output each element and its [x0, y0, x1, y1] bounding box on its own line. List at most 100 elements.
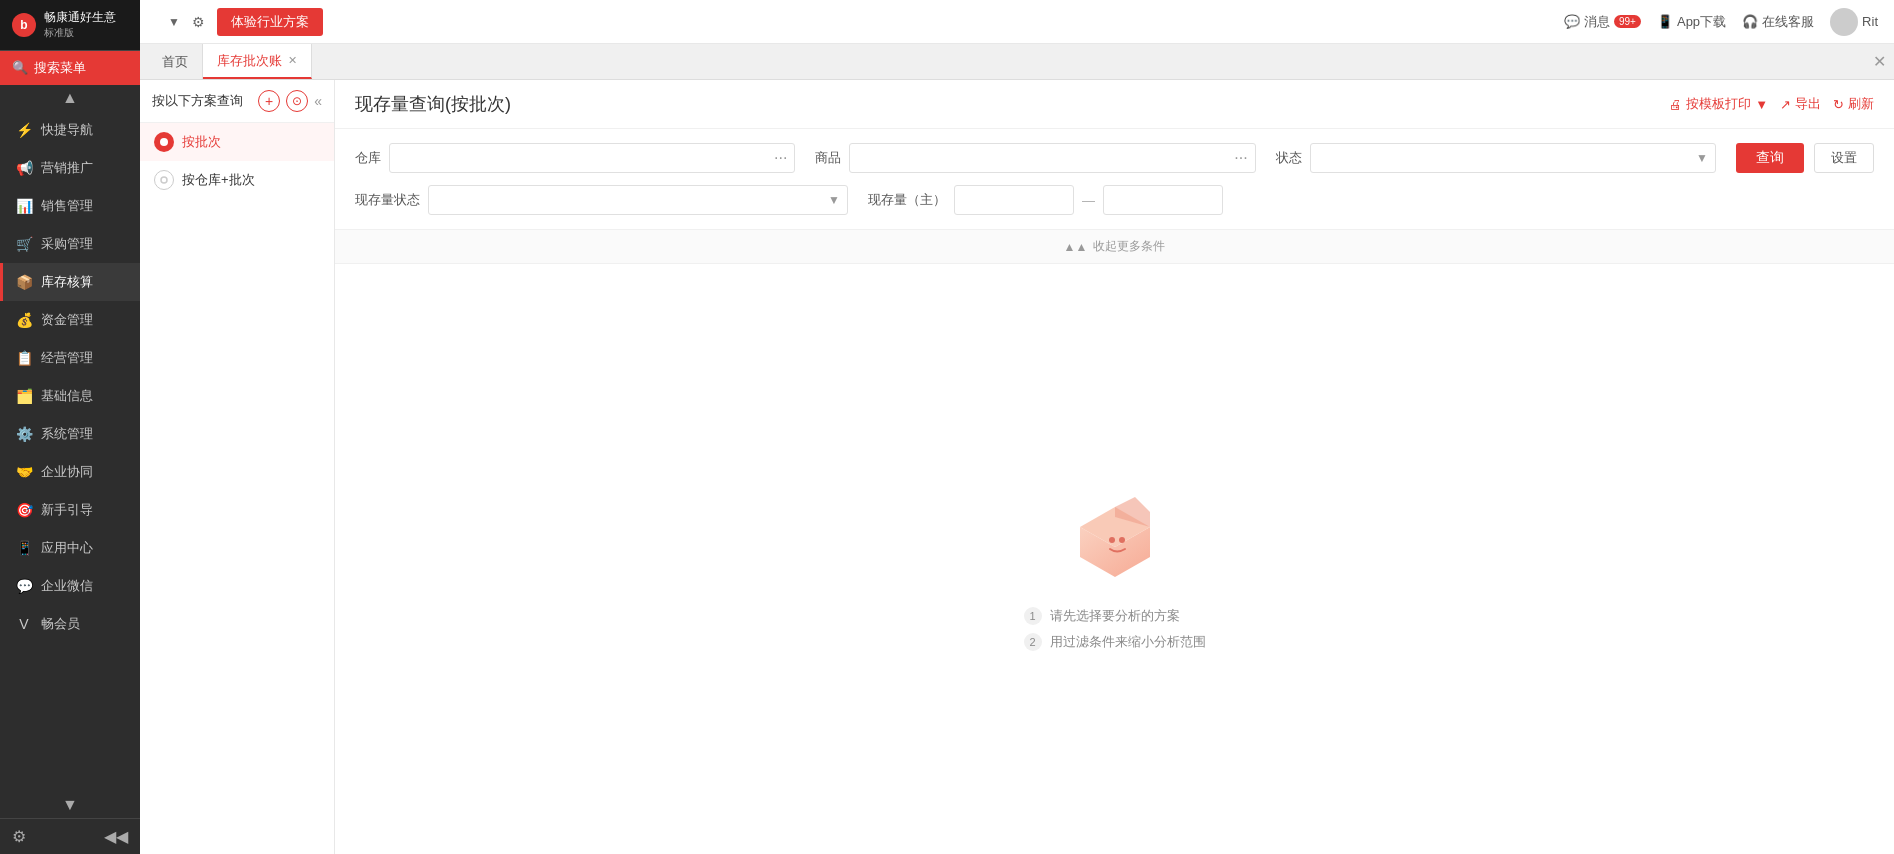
online-service-button[interactable]: 🎧 在线客服	[1742, 13, 1814, 31]
sidebar-item-enterprise[interactable]: 🤝 企业协同	[0, 453, 140, 491]
filter-warehouse: 仓库 ···	[355, 143, 795, 173]
query-button[interactable]: 查询	[1736, 143, 1804, 173]
filter-status: 状态 有库存 无库存 ▼	[1276, 143, 1716, 173]
trial-button[interactable]: 体验行业方案	[217, 8, 323, 36]
app-name: 畅康通好生意	[44, 10, 116, 26]
product-input[interactable]	[849, 143, 1255, 173]
settings-button[interactable]: 设置	[1814, 143, 1874, 173]
stock-status-label: 现存量状态	[355, 191, 420, 209]
enterprise-icon: 🤝	[15, 463, 33, 481]
right-panel: 现存量查询(按批次) 🖨 按模板打印 ▼ ↗ 导出 ↻ 刷新	[335, 80, 1894, 854]
sidebar-item-app-center[interactable]: 📱 应用中心	[0, 529, 140, 567]
export-button[interactable]: ↗ 导出	[1780, 95, 1821, 113]
member-icon: V	[15, 615, 33, 633]
add-plan-button[interactable]: +	[258, 90, 280, 112]
headset-icon: 🎧	[1742, 14, 1758, 29]
app-center-icon: 📱	[15, 539, 33, 557]
enterprise-wechat-icon: 💬	[15, 577, 33, 595]
sales-icon: 📊	[15, 197, 33, 215]
app-logo: b	[12, 13, 36, 37]
collapse-sidebar-icon[interactable]: ◀◀	[104, 827, 128, 846]
filter-stock-qty: 现存量（主） —	[868, 185, 1361, 215]
breadcrumb-dropdown[interactable]: ▼	[168, 15, 180, 29]
finance-icon: 💰	[15, 311, 33, 329]
stock-status-select[interactable]	[428, 185, 848, 215]
collapse-up-icon: ▲▲	[1064, 240, 1088, 254]
sidebar-item-system[interactable]: ⚙️ 系统管理	[0, 415, 140, 453]
sidebar-item-operations[interactable]: 📋 经营管理	[0, 339, 140, 377]
page-header: 现存量查询(按批次) 🖨 按模板打印 ▼ ↗ 导出 ↻ 刷新	[335, 80, 1894, 129]
quick-nav-icon: ⚡	[15, 121, 33, 139]
empty-step-2: 2 用过滤条件来缩小分析范围	[1024, 633, 1206, 651]
tab-batch-account[interactable]: 库存批次账 ✕	[203, 44, 312, 79]
basic-info-icon: 🗂️	[15, 387, 33, 405]
purchase-icon: 🛒	[15, 235, 33, 253]
main-area: ▼ ⚙ 体验行业方案 💬 消息 99+ 📱 App下载 🎧 在线客服 Rit	[140, 0, 1894, 854]
user-menu[interactable]: Rit	[1830, 8, 1878, 36]
scroll-down-button[interactable]: ▼	[0, 792, 140, 818]
newbie-icon: 🎯	[15, 501, 33, 519]
sidebar-item-member[interactable]: V 畅会员	[0, 605, 140, 643]
refresh-button[interactable]: ↻ 刷新	[1833, 95, 1874, 113]
content-area: 按以下方案查询 + ⊙ « 按批次 按仓库+批次	[140, 80, 1894, 854]
warehouse-label: 仓库	[355, 149, 381, 167]
app-edition: 标准版	[44, 26, 116, 40]
plan-settings-button[interactable]: ⊙	[286, 90, 308, 112]
topbar-gear-icon[interactable]: ⚙	[192, 14, 205, 30]
sidebar-item-newbie[interactable]: 🎯 新手引导	[0, 491, 140, 529]
tab-home[interactable]: 首页	[148, 44, 203, 79]
user-name: Rit	[1862, 14, 1878, 29]
warehouse-more-icon[interactable]: ···	[774, 149, 787, 167]
page-close-button[interactable]: ✕	[1873, 52, 1886, 71]
sidebar-item-inventory[interactable]: 📦 库存核算	[0, 263, 140, 301]
tabbar: 首页 库存批次账 ✕ ✕	[140, 44, 1894, 80]
sidebar-item-marketing[interactable]: 📢 营销推广	[0, 149, 140, 187]
search-menu-button[interactable]: 🔍 搜索菜单	[0, 51, 140, 85]
sidebar-item-finance[interactable]: 💰 资金管理	[0, 301, 140, 339]
sidebar-item-purchase[interactable]: 🛒 采购管理	[0, 225, 140, 263]
empty-step-1: 1 请先选择要分析的方案	[1024, 607, 1206, 625]
product-more-icon[interactable]: ···	[1234, 149, 1247, 167]
sidebar: b 畅康通好生意 标准版 🔍 搜索菜单 ▲ ⚡ 快捷导航 📢 营销推广 📊 销售…	[0, 0, 140, 854]
export-icon: ↗	[1780, 97, 1791, 112]
app-download-button[interactable]: 📱 App下载	[1657, 13, 1726, 31]
phone-icon: 📱	[1657, 14, 1673, 29]
message-icon: 💬	[1564, 14, 1580, 29]
filter-stock-status: 现存量状态 ▼	[355, 185, 848, 215]
stock-qty-max-input[interactable]	[1103, 185, 1223, 215]
sidebar-footer: ⚙ ◀◀	[0, 818, 140, 854]
print-button[interactable]: 🖨 按模板打印 ▼	[1669, 95, 1768, 113]
settings-footer-icon[interactable]: ⚙	[12, 827, 26, 846]
collapse-panel-button[interactable]: «	[314, 93, 322, 109]
stock-qty-min-input[interactable]	[954, 185, 1074, 215]
sidebar-item-basic-info[interactable]: 🗂️ 基础信息	[0, 377, 140, 415]
status-label: 状态	[1276, 149, 1302, 167]
svg-point-0	[160, 138, 168, 146]
sidebar-item-enterprise-wechat[interactable]: 💬 企业微信	[0, 567, 140, 605]
empty-state: 1 请先选择要分析的方案 2 用过滤条件来缩小分析范围	[335, 264, 1894, 854]
operations-icon: 📋	[15, 349, 33, 367]
scroll-up-button[interactable]: ▲	[0, 85, 140, 111]
tab-close-button[interactable]: ✕	[288, 54, 297, 67]
sidebar-item-quick-nav[interactable]: ⚡ 快捷导航	[0, 111, 140, 149]
svg-point-1	[161, 177, 167, 183]
sidebar-item-sales[interactable]: 📊 销售管理	[0, 187, 140, 225]
avatar	[1830, 8, 1858, 36]
svg-point-6	[1119, 537, 1125, 543]
plan-item-by-warehouse-batch[interactable]: 按仓库+批次	[140, 161, 334, 199]
product-label: 商品	[815, 149, 841, 167]
left-panel: 按以下方案查询 + ⊙ « 按批次 按仓库+批次	[140, 80, 335, 854]
collapse-filters-button[interactable]: ▲▲ 收起更多条件	[335, 230, 1894, 264]
message-button[interactable]: 💬 消息 99+	[1564, 13, 1641, 31]
status-select[interactable]: 有库存 无库存	[1310, 143, 1716, 173]
filter-product: 商品 ···	[815, 143, 1255, 173]
plan-item-by-batch[interactable]: 按批次	[140, 123, 334, 161]
svg-point-5	[1109, 537, 1115, 543]
topbar: ▼ ⚙ 体验行业方案 💬 消息 99+ 📱 App下载 🎧 在线客服 Rit	[140, 0, 1894, 44]
warehouse-input[interactable]	[389, 143, 795, 173]
print-icon: 🖨	[1669, 97, 1682, 112]
inventory-icon: 📦	[15, 273, 33, 291]
filter-area: 仓库 ··· 商品 ··· 状态	[335, 129, 1894, 230]
plan-active-icon	[154, 132, 174, 152]
filter-row-1: 仓库 ··· 商品 ··· 状态	[355, 143, 1874, 173]
